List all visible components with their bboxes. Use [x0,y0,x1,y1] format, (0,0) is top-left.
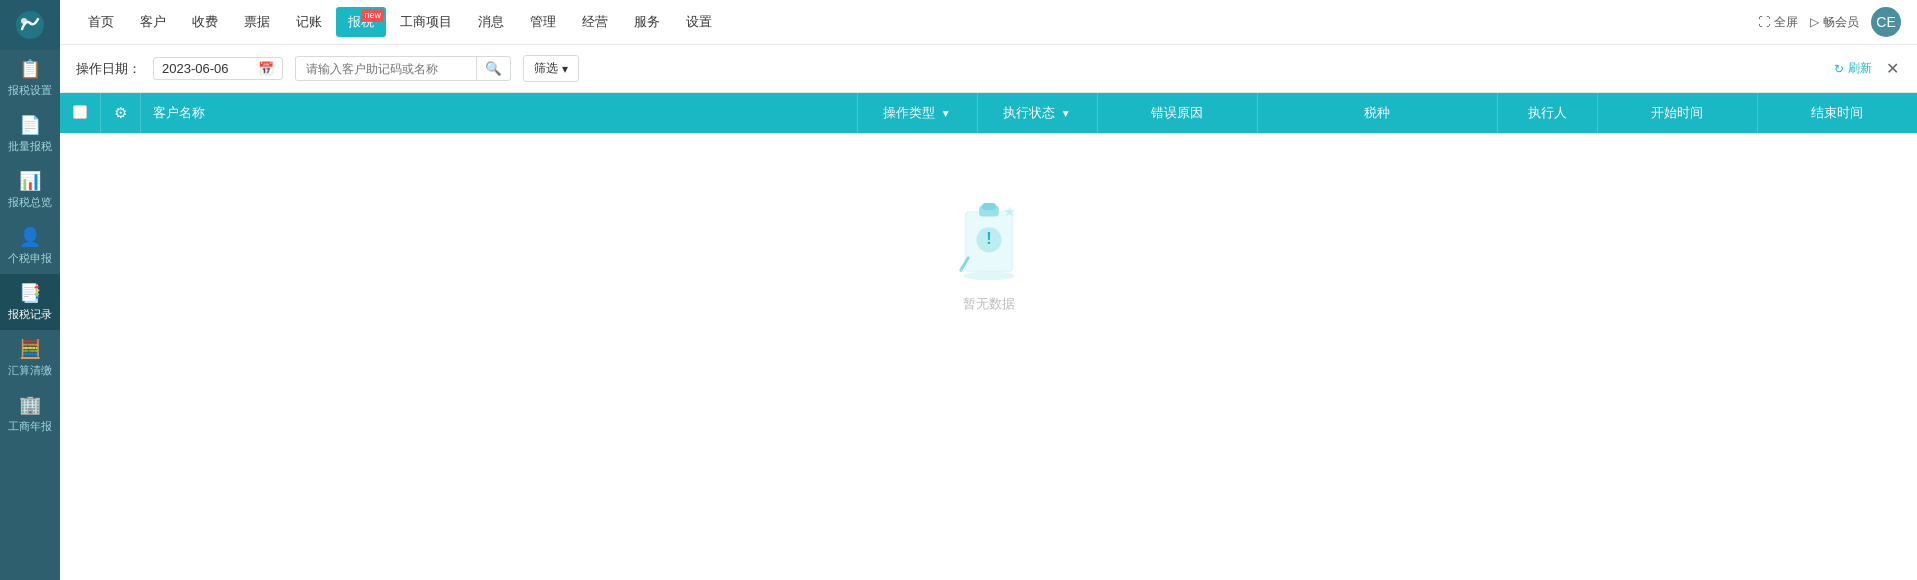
main-wrapper: 首页客户收费票据记账报税new工商项目消息管理经营服务设置 ⛶ 全屏 ▷ 畅会员… [60,0,1917,580]
date-picker[interactable]: 📅 [153,57,283,80]
filter-button[interactable]: 筛选 ▾ [523,55,579,82]
nav-item-message[interactable]: 消息 [466,7,516,37]
empty-text: 暂无数据 [963,295,1015,313]
tax-record-icon: 📑 [19,282,41,304]
nav-item-operation[interactable]: 经营 [570,7,620,37]
fullscreen-icon: ⛶ [1758,15,1770,29]
th-executor: 执行人 [1497,93,1597,133]
toolbar: 操作日期： 📅 🔍 筛选 ▾ ↻ 刷新 ✕ [60,45,1917,93]
sidebar-item-tax-overview[interactable]: 📊 报税总览 [0,162,60,218]
sidebar-item-batch-tax[interactable]: 📄 批量报税 [0,106,60,162]
sidebar-item-label: 报税记录 [8,307,52,322]
fullscreen-label: 全屏 [1774,14,1798,31]
refresh-label: 刷新 [1848,60,1872,77]
th-start: 开始时间 [1597,93,1757,133]
th-status[interactable]: 执行状态 ▼ [977,93,1097,133]
select-all-checkbox[interactable] [73,105,87,119]
annual-report-icon: 🏢 [19,394,41,416]
page-content: 操作日期： 📅 🔍 筛选 ▾ ↻ 刷新 ✕ [60,45,1917,580]
search-box: 🔍 [295,56,511,81]
sidebar-item-label: 汇算清缴 [8,363,52,378]
th-tax-label: 税种 [1364,105,1390,120]
th-client: 客户名称 [140,93,857,133]
batch-tax-icon: 📄 [19,114,41,136]
table-header-row: ⚙ 客户名称 操作类型 ▼ 执行状态 ▼ [60,93,1917,133]
nav-badge-tax: new [361,9,384,22]
nav-item-settings[interactable]: 设置 [674,7,724,37]
fullscreen-btn[interactable]: ⛶ 全屏 [1758,14,1798,31]
th-start-label: 开始时间 [1651,105,1703,120]
empty-illustration: ! [944,193,1034,283]
th-end-label: 结束时间 [1811,105,1863,120]
user-initials: CE [1876,14,1895,30]
th-tax: 税种 [1257,93,1497,133]
app-logo[interactable] [0,0,60,50]
th-checkbox[interactable] [60,93,100,133]
tax-overview-icon: 📊 [19,170,41,192]
th-op-type-label: 操作类型 [883,105,935,120]
th-error: 错误原因 [1097,93,1257,133]
th-end: 结束时间 [1757,93,1917,133]
sidebar-item-calc-tax[interactable]: 🧮 汇算清缴 [0,330,60,386]
th-status-label: 执行状态 [1003,105,1055,120]
svg-point-10 [959,269,963,273]
sidebar-item-label: 报税总览 [8,195,52,210]
filter-label: 筛选 [534,60,558,77]
member-label: 畅会员 [1823,14,1859,31]
nav-item-service[interactable]: 服务 [622,7,672,37]
sidebar-item-annual-report[interactable]: 🏢 工商年报 [0,386,60,442]
close-button[interactable]: ✕ [1884,57,1901,80]
op-type-sort-icon: ▼ [941,108,951,119]
svg-point-1 [21,18,27,24]
nav-item-accounting[interactable]: 记账 [284,7,334,37]
refresh-button[interactable]: ↻ 刷新 [1834,60,1872,77]
member-btn[interactable]: ▷ 畅会员 [1810,14,1859,31]
date-input[interactable] [162,61,252,76]
svg-point-0 [16,11,44,39]
sidebar-item-personal-tax[interactable]: 👤 个税申报 [0,218,60,274]
th-op-type[interactable]: 操作类型 ▼ [857,93,977,133]
top-nav-right: ⛶ 全屏 ▷ 畅会员 CE [1758,7,1901,37]
svg-text:!: ! [986,229,991,247]
refresh-icon: ↻ [1834,62,1844,76]
empty-state: ! 暂无数据 [60,133,1917,353]
th-settings[interactable]: ⚙ [100,93,140,133]
date-label: 操作日期： [76,60,141,78]
personal-tax-icon: 👤 [19,226,41,248]
video-icon: ▷ [1810,15,1819,29]
svg-point-2 [963,271,1013,280]
sidebar-item-label: 批量报税 [8,139,52,154]
nav-item-customer[interactable]: 客户 [128,7,178,37]
top-nav: 首页客户收费票据记账报税new工商项目消息管理经营服务设置 ⛶ 全屏 ▷ 畅会员… [60,0,1917,45]
nav-item-tax[interactable]: 报税new [336,7,386,37]
calendar-icon: 📅 [258,61,274,76]
nav-item-business[interactable]: 工商项目 [388,7,464,37]
sidebar-item-label: 个税申报 [8,251,52,266]
search-button[interactable]: 🔍 [476,57,510,80]
sidebar: 📋 报税设置 📄 批量报税 📊 报税总览 👤 个税申报 📑 报税记录 🧮 汇算清缴 🏢 工商年报 [0,0,60,580]
th-executor-label: 执行人 [1528,105,1567,120]
user-avatar[interactable]: CE [1871,7,1901,37]
svg-rect-6 [981,203,995,210]
search-input[interactable] [296,58,476,80]
nav-item-invoice[interactable]: 票据 [232,7,282,37]
nav-item-manage[interactable]: 管理 [518,7,568,37]
nav-item-billing[interactable]: 收费 [180,7,230,37]
nav-item-home[interactable]: 首页 [76,7,126,37]
tax-settings-icon: 📋 [19,58,41,80]
th-error-label: 错误原因 [1151,105,1203,120]
sidebar-item-label: 报税设置 [8,83,52,98]
th-client-label: 客户名称 [153,105,205,120]
chevron-down-icon: ▾ [562,62,568,76]
sidebar-item-tax-settings[interactable]: 📋 报税设置 [0,50,60,106]
sidebar-item-label: 工商年报 [8,419,52,434]
status-sort-icon: ▼ [1061,108,1071,119]
calc-tax-icon: 🧮 [19,338,41,360]
sidebar-item-tax-record[interactable]: 📑 报税记录 [0,274,60,330]
nav-items: 首页客户收费票据记账报税new工商项目消息管理经营服务设置 [76,7,1758,37]
data-table-wrap: ⚙ 客户名称 操作类型 ▼ 执行状态 ▼ [60,93,1917,580]
data-table: ⚙ 客户名称 操作类型 ▼ 执行状态 ▼ [60,93,1917,353]
column-settings-icon[interactable]: ⚙ [114,104,127,121]
